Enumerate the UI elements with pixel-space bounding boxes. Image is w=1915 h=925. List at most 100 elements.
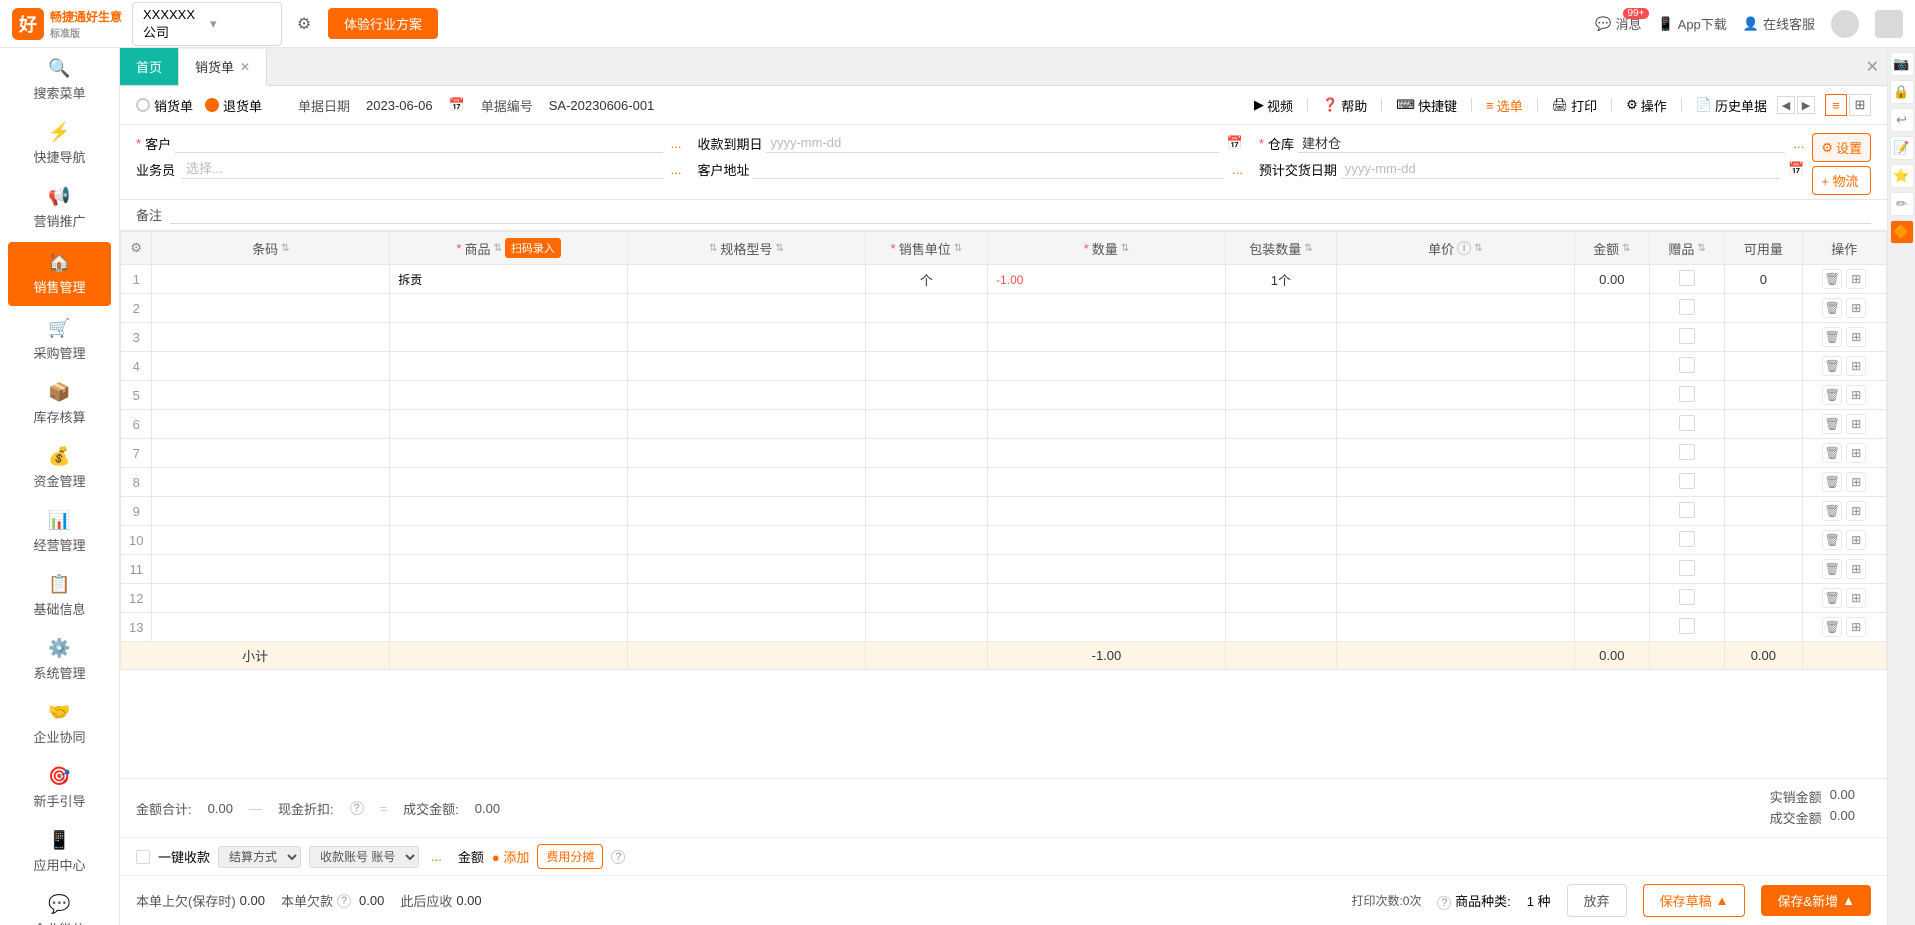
product-cell[interactable] [390, 584, 628, 613]
gift-cell[interactable] [1649, 265, 1724, 294]
fee-btn[interactable]: 费用分摊 [537, 844, 603, 869]
delete-icon[interactable]: 🗑 [1822, 269, 1842, 289]
gift-cell[interactable] [1649, 468, 1724, 497]
sidebar-item-purchase[interactable]: 🛒 采购管理 [0, 308, 119, 372]
spec-cell[interactable] [628, 439, 866, 468]
gift-checkbox[interactable] [1679, 444, 1695, 460]
shortcut-btn[interactable]: ⌨ 快捷键 [1396, 96, 1457, 115]
product-input[interactable] [398, 534, 619, 548]
copy-icon[interactable]: ⊞ [1846, 501, 1866, 521]
delete-icon[interactable]: 🗑 [1822, 472, 1842, 492]
gift-cell[interactable] [1649, 323, 1724, 352]
sidebar-item-wechat[interactable]: 💬 企业微信 [0, 884, 119, 925]
delete-icon[interactable]: 🗑 [1822, 414, 1842, 434]
qty-cell[interactable] [988, 526, 1226, 555]
product-input[interactable] [398, 592, 619, 606]
product-cell[interactable] [390, 468, 628, 497]
copy-icon[interactable]: ⊞ [1846, 356, 1866, 376]
product-cell[interactable] [390, 294, 628, 323]
product-input[interactable] [398, 621, 619, 635]
sidebar-item-shortcut[interactable]: ⚡ 快捷导航 [0, 112, 119, 176]
product-cell[interactable] [390, 497, 628, 526]
barcode-input[interactable] [160, 418, 381, 432]
qty-cell[interactable] [988, 352, 1226, 381]
qty-cell[interactable] [988, 294, 1226, 323]
rp-btn-orange[interactable]: 🔶 [1890, 220, 1914, 244]
qty-input[interactable] [996, 302, 1217, 316]
qty-cell[interactable] [988, 555, 1226, 584]
qty-cell[interactable] [988, 613, 1226, 642]
gift-checkbox[interactable] [1679, 589, 1695, 605]
payment-method-select[interactable]: 结算方式 [218, 846, 301, 868]
delete-icon[interactable]: 🗑 [1822, 385, 1842, 405]
operation-btn[interactable]: ⚙ 操作 [1626, 96, 1667, 115]
qty-input[interactable] [996, 360, 1217, 374]
barcode-cell[interactable] [152, 613, 390, 642]
payment-dots-btn[interactable]: ... [431, 849, 442, 864]
barcode-input[interactable] [160, 360, 381, 374]
product-cell[interactable] [390, 352, 628, 381]
rp-btn-return[interactable]: ↩ [1890, 108, 1914, 132]
gift-checkbox[interactable] [1679, 560, 1695, 576]
sidebar-item-apps[interactable]: 📱 应用中心 [0, 820, 119, 884]
draft-button[interactable]: 保存草稿 ▲ [1643, 884, 1746, 917]
barcode-cell[interactable] [152, 526, 390, 555]
price-cell[interactable] [1336, 352, 1574, 381]
settings-icon[interactable]: ⚙ [290, 10, 318, 38]
barcode-input[interactable] [160, 447, 381, 461]
calendar-icon[interactable]: 📅 [449, 97, 465, 113]
gift-checkbox[interactable] [1679, 328, 1695, 344]
gift-cell[interactable] [1649, 294, 1724, 323]
gift-cell[interactable] [1649, 497, 1724, 526]
product-input[interactable] [398, 505, 619, 519]
delivery-calendar-icon[interactable]: 📅 [1788, 161, 1804, 177]
spec-cell[interactable] [628, 468, 866, 497]
price-input[interactable] [1345, 273, 1566, 287]
qty-cell[interactable] [988, 497, 1226, 526]
product-input[interactable] [398, 563, 619, 577]
product-cell[interactable] [390, 265, 628, 294]
price-input[interactable] [1345, 447, 1566, 461]
barcode-input[interactable] [160, 273, 381, 287]
barcode-input[interactable] [160, 563, 381, 577]
copy-icon[interactable]: ⊞ [1846, 617, 1866, 637]
discard-button[interactable]: 放弃 [1567, 884, 1627, 917]
spec-input[interactable] [636, 621, 857, 635]
customer-dots-btn[interactable]: ... [671, 136, 682, 151]
qty-cell[interactable] [988, 468, 1226, 497]
gift-checkbox[interactable] [1679, 618, 1695, 634]
barcode-cell[interactable] [152, 497, 390, 526]
barcode-input[interactable] [160, 302, 381, 316]
rp-btn-star[interactable]: ⭐ [1890, 164, 1914, 188]
price-input[interactable] [1345, 302, 1566, 316]
product-cell[interactable] [390, 555, 628, 584]
warehouse-dots-btn[interactable]: ... [1793, 136, 1804, 151]
qty-input[interactable] [996, 592, 1217, 606]
spec-input[interactable] [636, 476, 857, 490]
spec-input[interactable] [636, 447, 857, 461]
gift-checkbox[interactable] [1679, 357, 1695, 373]
spec-cell[interactable] [628, 555, 866, 584]
qty-input[interactable] [996, 273, 1217, 287]
price-input[interactable] [1345, 563, 1566, 577]
sidebar-item-enterprise[interactable]: 🤝 企业协同 [0, 692, 119, 756]
copy-icon[interactable]: ⊞ [1846, 588, 1866, 608]
gift-checkbox[interactable] [1679, 531, 1695, 547]
tab-home[interactable]: 首页 [120, 48, 179, 85]
spec-input[interactable] [636, 505, 857, 519]
price-cell[interactable] [1336, 265, 1574, 294]
price-input[interactable] [1345, 505, 1566, 519]
spec-cell[interactable] [628, 584, 866, 613]
delete-icon[interactable]: 🗑 [1822, 356, 1842, 376]
gift-checkbox[interactable] [1679, 415, 1695, 431]
barcode-cell[interactable] [152, 439, 390, 468]
qty-input[interactable] [996, 418, 1217, 432]
copy-icon[interactable]: ⊞ [1846, 385, 1866, 405]
price-cell[interactable] [1336, 323, 1574, 352]
discount-info-icon[interactable]: ? [350, 801, 364, 815]
price-input[interactable] [1345, 592, 1566, 606]
qty-input[interactable] [996, 563, 1217, 577]
barcode-input[interactable] [160, 331, 381, 345]
view-list[interactable]: ≡ [1825, 94, 1847, 116]
copy-icon[interactable]: ⊞ [1846, 559, 1866, 579]
